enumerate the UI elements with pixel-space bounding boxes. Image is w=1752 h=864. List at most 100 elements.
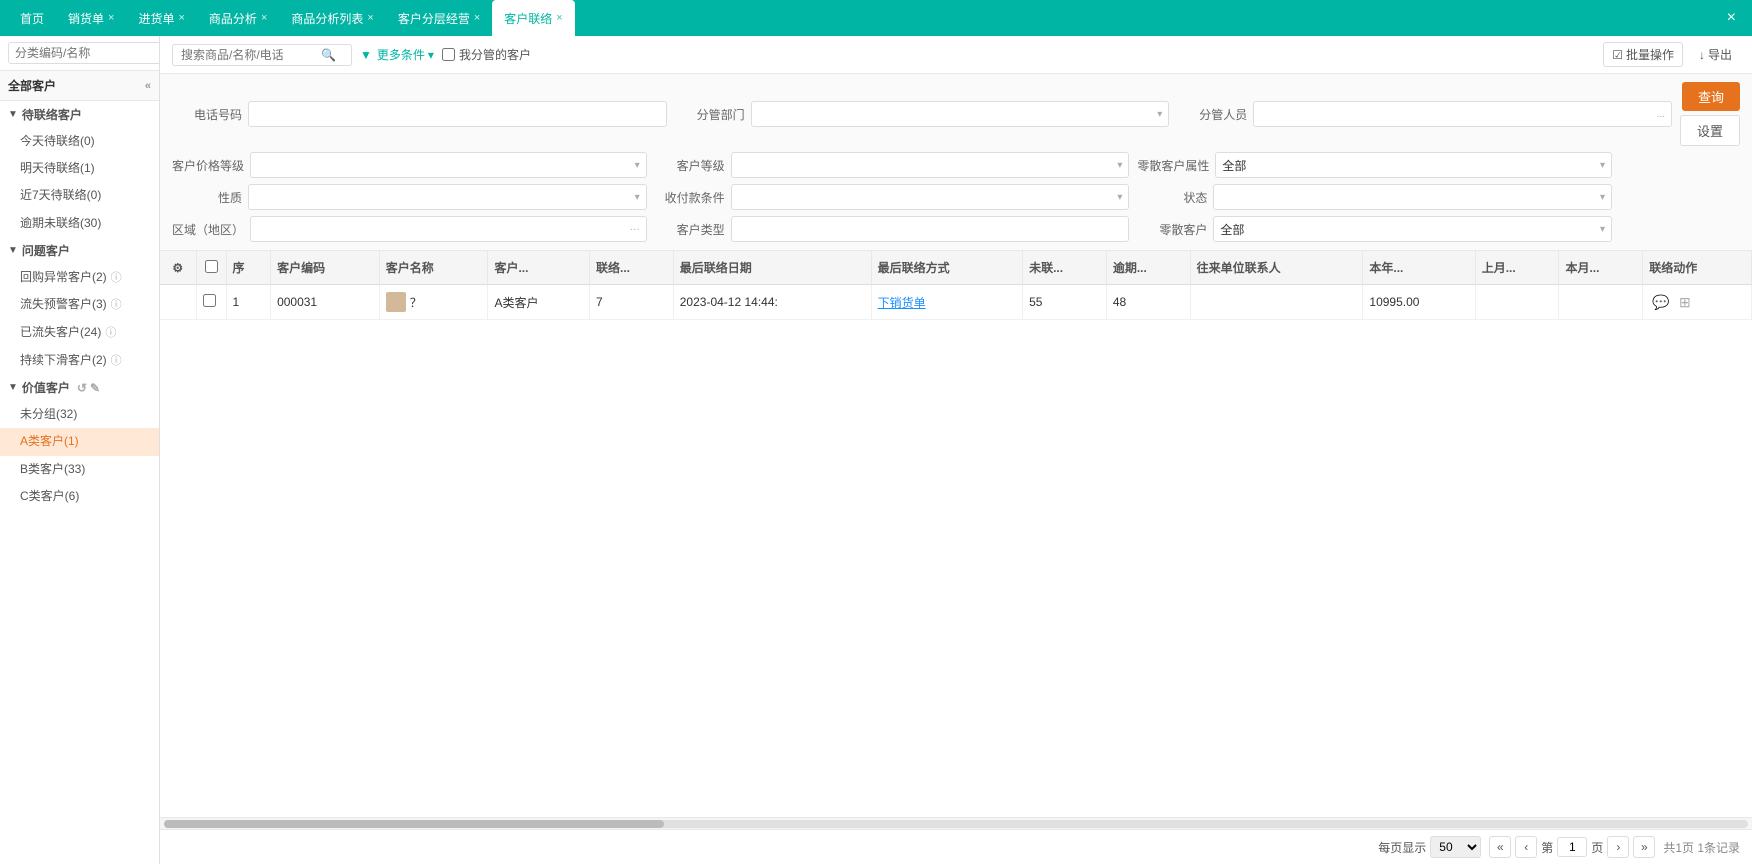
th-index: 序	[226, 251, 271, 285]
cust-level-select[interactable]: ▾	[731, 152, 1130, 178]
nav-home[interactable]: 首页	[8, 0, 56, 36]
customer-table: ⚙ 序 客户编码 客户名称 客户... 联络... 最后联络日期 最后联络方式 …	[160, 251, 1752, 320]
window-close-button[interactable]: ×	[1719, 9, 1744, 27]
sidebar-item-overdue[interactable]: 逾期未联络(30)	[0, 210, 159, 237]
last-method-link[interactable]: 下销货单	[878, 296, 926, 310]
cust-level-chevron: ▾	[1117, 160, 1122, 171]
horizontal-scrollbar[interactable]	[160, 817, 1752, 829]
sidebar-item-7days[interactable]: 近7天待联络(0)	[0, 182, 159, 209]
nav-product-list[interactable]: 商品分析列表 ×	[279, 0, 385, 36]
region-dots: ···	[630, 224, 640, 235]
next-page-btn[interactable]: ›	[1607, 836, 1629, 858]
sidebar-item-a-class[interactable]: A类客户(1)	[0, 428, 159, 455]
main-layout: 🔍 全部客户 « ▼ 待联络客户 今天待联络(0) 明天待联络(1) 近7天待联…	[0, 36, 1752, 864]
batch-op-btn[interactable]: ☑ 批量操作	[1603, 42, 1683, 67]
nav-product-list-close[interactable]: ×	[367, 12, 373, 24]
sidebar-item-declining[interactable]: 持续下滑客户(2)ⓘ	[0, 347, 159, 375]
nav-product-analysis[interactable]: 商品分析 ×	[197, 0, 279, 36]
grid-icon[interactable]: ⊞	[1679, 294, 1691, 310]
nav-sales[interactable]: 销货单 ×	[56, 0, 126, 36]
group-value-customers[interactable]: ▼ 价值客户 ↺ ✎	[0, 374, 159, 401]
setting-btn[interactable]: 设置	[1680, 115, 1740, 146]
retail-select[interactable]: 全部 ▾	[1213, 216, 1612, 242]
first-page-btn[interactable]: «	[1489, 836, 1511, 858]
sidebar-item-churned[interactable]: 已流失客户(24)ⓘ	[0, 319, 159, 347]
td-uncontacted: 55	[1023, 285, 1107, 320]
sidebar-item-churn-warning[interactable]: 流失预警客户(3)ⓘ	[0, 291, 159, 319]
comment-icon[interactable]: 💬	[1652, 294, 1669, 310]
td-this-year: 10995.00	[1363, 285, 1475, 320]
th-gear[interactable]: ⚙	[160, 251, 196, 285]
td-type: A类客户	[488, 285, 590, 320]
sidebar-item-ungrouped[interactable]: 未分组(32)	[0, 401, 159, 428]
pagination: 每页显示 50 100 200 « ‹ 第 页 › » 共1页 1条记录	[160, 829, 1752, 864]
th-action: 联络动作	[1643, 251, 1752, 285]
sidebar-collapse-btn[interactable]: «	[145, 80, 151, 92]
manager-select[interactable]: ...	[1253, 101, 1672, 127]
prev-page-btn[interactable]: ‹	[1515, 836, 1537, 858]
nature-chevron: ▾	[635, 192, 640, 203]
my-customers-checkbox-area: 我分管的客户	[442, 46, 531, 63]
value-edit-icon[interactable]: ✎	[90, 381, 100, 395]
nav-customer-contact[interactable]: 客户联络 ×	[492, 0, 574, 36]
retail-attr-select[interactable]: 全部 ▾	[1215, 152, 1612, 178]
td-overdue: 48	[1106, 285, 1190, 320]
status-select[interactable]: ▾	[1213, 184, 1612, 210]
td-contact-count: 7	[590, 285, 674, 320]
manager-dots: ...	[1657, 109, 1665, 120]
table-area: ⚙ 序 客户编码 客户名称 客户... 联络... 最后联络日期 最后联络方式 …	[160, 251, 1752, 817]
nav-segment-close[interactable]: ×	[474, 12, 480, 24]
query-btn[interactable]: 查询	[1682, 82, 1740, 111]
cust-type-select[interactable]	[731, 216, 1130, 242]
export-btn[interactable]: ↓ 导出	[1691, 43, 1740, 66]
th-uncontacted: 未联...	[1023, 251, 1107, 285]
sidebar-item-today[interactable]: 今天待联络(0)	[0, 128, 159, 155]
sidebar-item-b-class[interactable]: B类客户(33)	[0, 456, 159, 483]
chevron-down-icon: ▾	[428, 48, 434, 62]
pending-arrow: ▼	[8, 109, 18, 120]
value-refresh-icon[interactable]: ↺	[77, 381, 87, 395]
value-label: 价值客户	[22, 379, 70, 396]
region-select[interactable]: ···	[250, 216, 647, 242]
status-label: 状态	[1137, 189, 1207, 206]
nav-purchase-close[interactable]: ×	[178, 12, 184, 24]
payment-select[interactable]: ▾	[731, 184, 1130, 210]
help-icon-4: ⓘ	[111, 355, 122, 367]
nav-product-analysis-close[interactable]: ×	[261, 12, 267, 24]
th-last-date: 最后联络日期	[673, 251, 871, 285]
filter-status: 状态 ▾	[1137, 184, 1612, 210]
nav-purchase[interactable]: 进货单 ×	[126, 0, 196, 36]
group-pending-contact[interactable]: ▼ 待联络客户	[0, 101, 159, 128]
group-problem-customers[interactable]: ▼ 问题客户	[0, 237, 159, 264]
select-all-checkbox[interactable]	[205, 260, 218, 273]
phone-input[interactable]	[248, 101, 667, 127]
main-search-icon[interactable]: 🔍	[321, 48, 336, 62]
per-page-select[interactable]: 50 100 200	[1430, 836, 1481, 858]
dept-select[interactable]: ▾	[751, 101, 1170, 127]
retail-attr-chevron: ▾	[1600, 160, 1605, 171]
page-input[interactable]	[1557, 837, 1587, 857]
my-customers-checkbox[interactable]	[442, 48, 455, 61]
more-filter-btn[interactable]: ▼ 更多条件 ▾	[360, 46, 434, 63]
row-checkbox[interactable]	[203, 294, 216, 307]
filter-cust-type: 客户类型	[655, 216, 1130, 242]
nav-contact-close[interactable]: ×	[556, 12, 562, 24]
sidebar-item-c-class[interactable]: C类客户(6)	[0, 483, 159, 510]
td-action: 💬 ⊞	[1643, 285, 1752, 320]
filter-nature: 性质 ▾	[172, 184, 647, 210]
nav-sales-close[interactable]: ×	[108, 12, 114, 24]
content-area: 🔍 ▼ 更多条件 ▾ 我分管的客户 ☑ 批量操作 ↓ 导出	[160, 36, 1752, 864]
payment-label: 收付款条件	[655, 189, 725, 206]
last-page-btn[interactable]: »	[1633, 836, 1655, 858]
nav-customer-segment[interactable]: 客户分层经营 ×	[386, 0, 492, 36]
sidebar-item-tomorrow[interactable]: 明天待联络(1)	[0, 155, 159, 182]
nature-select[interactable]: ▾	[248, 184, 647, 210]
all-customers-label: 全部客户	[8, 77, 56, 94]
price-level-select[interactable]: ▾	[250, 152, 647, 178]
main-search-input[interactable]	[181, 48, 321, 62]
td-gear	[160, 285, 196, 320]
cust-type-label: 客户类型	[655, 221, 725, 238]
sidebar-item-repurchase-anomaly[interactable]: 回购异常客户(2)ⓘ	[0, 264, 159, 292]
scroll-track	[164, 820, 1748, 828]
category-search-input[interactable]	[8, 42, 160, 64]
